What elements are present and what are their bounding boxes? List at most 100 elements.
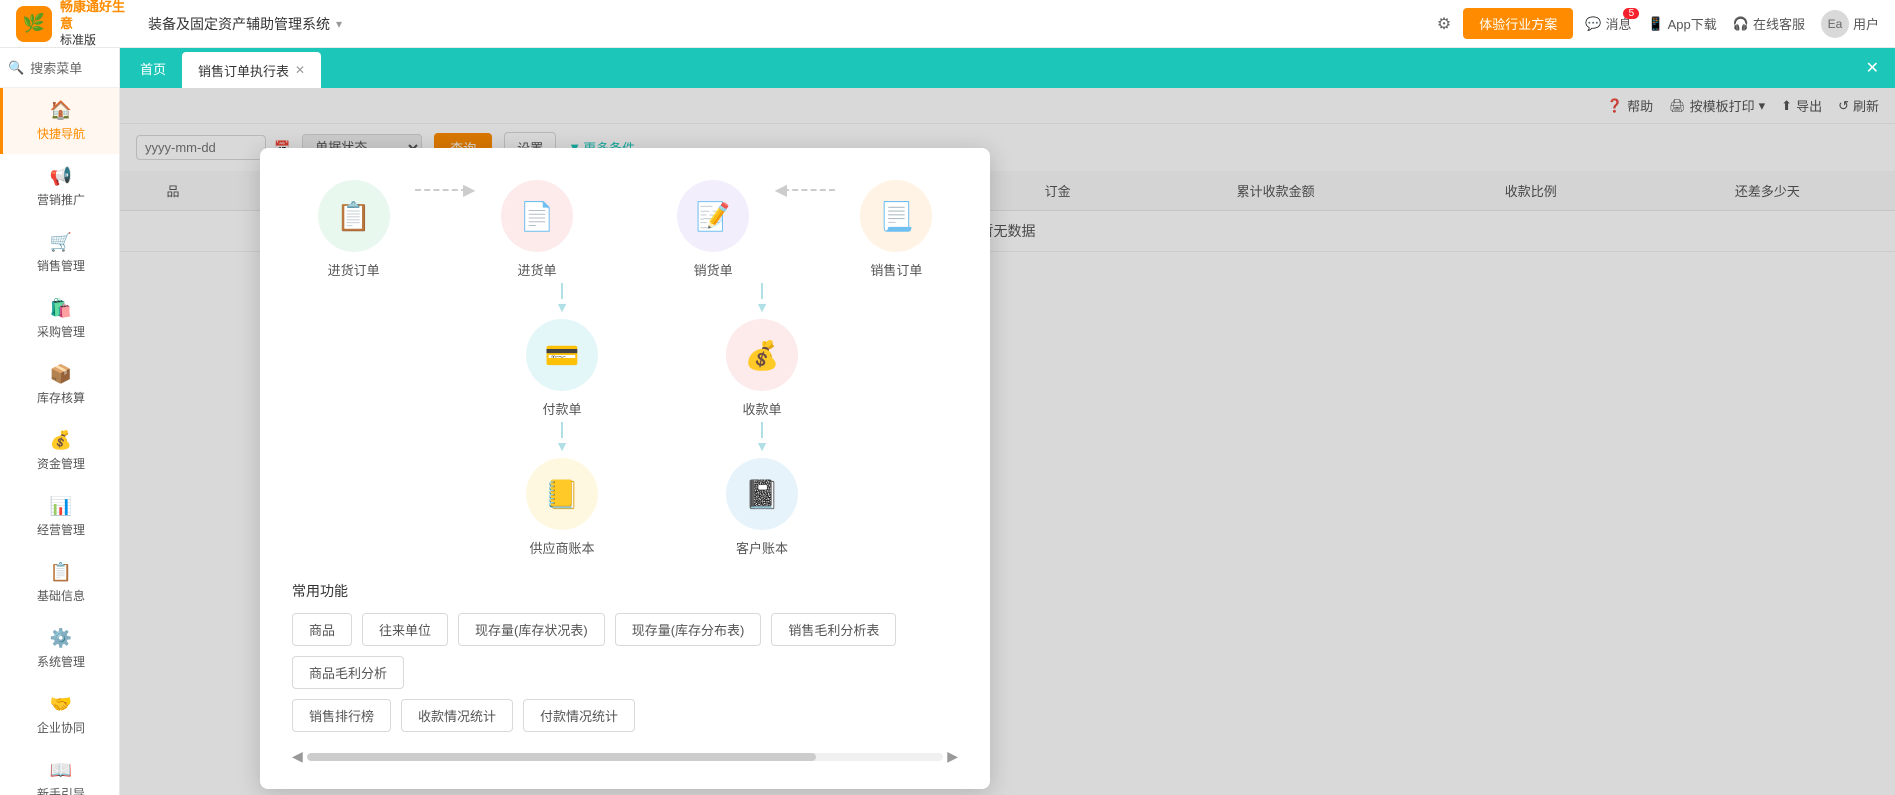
- v2-arrow-payment: ▼: [492, 422, 632, 454]
- func-btn-sales-gross[interactable]: 销售毛利分析表: [771, 613, 896, 646]
- app-download-button[interactable]: 📱 App下载: [1647, 14, 1716, 33]
- func-btn-payment-stats[interactable]: 付款情况统计: [523, 699, 635, 732]
- system-icon: ⚙️: [50, 628, 72, 649]
- flow-node-sales-order[interactable]: 📃 销售订单: [835, 180, 958, 279]
- sidebar-item-guide[interactable]: 📖 新手引导: [0, 748, 119, 795]
- func-btn-stock-status[interactable]: 现存量(库存状况表): [458, 613, 605, 646]
- v2-arrowhead-1: ▼: [555, 438, 569, 454]
- flow-node-payment[interactable]: 💳 付款单: [492, 319, 632, 418]
- scrollbar-track: [307, 753, 943, 761]
- common-functions-title: 常用功能: [292, 581, 958, 601]
- purchase-slip-label: 进货单: [517, 260, 556, 279]
- func-btn-stock-dist[interactable]: 现存量(库存分布表): [615, 613, 762, 646]
- system-dropdown-icon[interactable]: ▾: [336, 17, 342, 31]
- sidebar-label-marketing: 营销推广: [37, 191, 85, 208]
- sidebar-item-quick-nav[interactable]: 🏠 快捷导航: [0, 88, 119, 154]
- experience-button[interactable]: 体验行业方案: [1463, 8, 1573, 39]
- online-service-button[interactable]: 🎧 在线客服: [1733, 14, 1805, 33]
- marketing-icon: 📢: [50, 166, 72, 187]
- flow-node-supplier-ledger[interactable]: 📒 供应商账本: [492, 458, 632, 557]
- sidebar-item-sales[interactable]: 🛒 销售管理: [0, 220, 119, 286]
- sales-slip-icon: 📝: [677, 180, 749, 252]
- v2-line-1: [561, 422, 563, 438]
- sales-slip-label: 销货单: [694, 260, 733, 279]
- search-icon: 🔍: [8, 60, 24, 76]
- flow-node-sales-slip[interactable]: 📝 销货单: [651, 180, 774, 279]
- sidebar-label-system: 系统管理: [37, 653, 85, 670]
- v-spacer-1: [292, 283, 432, 315]
- sidebar-item-marketing[interactable]: 📢 营销推广: [0, 154, 119, 220]
- gear-button[interactable]: ⚙: [1437, 14, 1451, 34]
- supplier-ledger-label: 供应商账本: [529, 538, 594, 557]
- sidebar-label-business: 经营管理: [37, 521, 85, 538]
- modal-scrollbar: ◀ ▶: [292, 748, 958, 765]
- scroll-right-icon[interactable]: ▶: [947, 748, 958, 765]
- customer-ledger-label: 客户账本: [736, 538, 788, 557]
- sidebar-item-business[interactable]: 📊 经营管理: [0, 484, 119, 550]
- sidebar-label-basic-info: 基础信息: [37, 587, 85, 604]
- arrow-h-1: ▶: [415, 180, 475, 200]
- sidebar-label-inventory: 库存核算: [37, 389, 85, 406]
- basic-info-icon: 📋: [50, 562, 72, 583]
- tab-close-icon[interactable]: ✕: [295, 63, 305, 77]
- arrow-h-2: ◀: [775, 180, 835, 200]
- flow-node-purchase-order[interactable]: 📋 进货订单: [292, 180, 415, 279]
- flow-node-customer-ledger[interactable]: 📓 客户账本: [692, 458, 832, 557]
- sidebar-label-quick-nav: 快捷导航: [37, 125, 85, 142]
- sidebar-search[interactable]: 🔍 搜索菜单: [0, 48, 119, 88]
- v2-arrowhead-2: ▼: [755, 438, 769, 454]
- purchase-order-icon: 📋: [318, 180, 390, 252]
- func-btn-contacts[interactable]: 往来单位: [362, 613, 448, 646]
- func-btn-goods-gross[interactable]: 商品毛利分析: [292, 656, 404, 689]
- enterprise-icon: 🤝: [50, 694, 72, 715]
- v-arrow-sales: ▼: [692, 283, 832, 315]
- sidebar-item-basic-info[interactable]: 📋 基础信息: [0, 550, 119, 616]
- v2-spacer-2: [432, 422, 492, 454]
- sidebar-label-sales: 销售管理: [37, 257, 85, 274]
- scrollbar-thumb: [307, 753, 816, 761]
- func-btn-goods[interactable]: 商品: [292, 613, 352, 646]
- user-button[interactable]: Ea 用户: [1821, 10, 1879, 38]
- flow-node-purchase-slip[interactable]: 📄 进货单: [475, 180, 598, 279]
- sidebar-item-inventory[interactable]: 📦 库存核算: [0, 352, 119, 418]
- supplier-ledger-icon: 📒: [526, 458, 598, 530]
- logo-icon: 🌿: [16, 6, 52, 42]
- payment-label: 付款单: [542, 399, 581, 418]
- sidebar: 🔍 搜索菜单 🏠 快捷导航 📢 营销推广 🛒 销售管理 🛍️ 采购管理 📦: [0, 48, 120, 795]
- func-btn-sales-rank[interactable]: 销售排行榜: [292, 699, 391, 732]
- common-functions: 常用功能 商品 往来单位 现存量(库存状况表) 现存量(库存分布表) 销售毛利分…: [292, 581, 958, 732]
- sidebar-item-finance[interactable]: 💰 资金管理: [0, 418, 119, 484]
- sidebar-item-enterprise[interactable]: 🤝 企业协同: [0, 682, 119, 748]
- message-button[interactable]: 💬 消息 5: [1585, 14, 1631, 33]
- tab-sales-order[interactable]: 销售订单执行表 ✕: [182, 52, 321, 88]
- avatar: Ea: [1821, 10, 1849, 38]
- purchase-order-label: 进货订单: [328, 260, 380, 279]
- tab-bar-close-icon[interactable]: ✕: [1854, 58, 1891, 78]
- service-icon: 🎧: [1733, 16, 1749, 32]
- purchase-slip-icon: 📄: [501, 180, 573, 252]
- page-body: ❓ 帮助 🖨 按模板打印 ▾ ⬆ 导出 ↺ 刷新: [120, 88, 1895, 795]
- v-line-2: [761, 283, 763, 299]
- flow-node-receipt[interactable]: 💰 收款单: [692, 319, 832, 418]
- sidebar-label-guide: 新手引导: [37, 785, 85, 795]
- func-btn-receipt-stats[interactable]: 收款情况统计: [401, 699, 513, 732]
- system-title: 装备及固定资产辅助管理系统 ▾: [148, 14, 1425, 34]
- home-icon: 🏠: [50, 100, 72, 121]
- finance-icon: 💰: [50, 430, 72, 451]
- v-spacer-2: [432, 283, 492, 315]
- phone-icon: 📱: [1647, 16, 1663, 32]
- content-area: 首页 销售订单执行表 ✕ ✕ ❓ 帮助 🖨 按: [120, 48, 1895, 795]
- v-spacer-3: [632, 283, 692, 315]
- scroll-left-icon[interactable]: ◀: [292, 748, 303, 765]
- v2-spacer-3: [632, 422, 692, 454]
- receipt-icon: 💰: [726, 319, 798, 391]
- message-icon: 💬: [1585, 16, 1601, 32]
- tab-home[interactable]: 首页: [124, 52, 182, 84]
- v-arrowhead-1: ▼: [555, 299, 569, 315]
- modal-box: 📋 进货订单 ▶ 📄 进货单: [260, 148, 990, 789]
- sidebar-item-system[interactable]: ⚙️ 系统管理: [0, 616, 119, 682]
- modal-overlay: 📋 进货订单 ▶ 📄 进货单: [120, 88, 1895, 795]
- sidebar-item-purchase[interactable]: 🛍️ 采购管理: [0, 286, 119, 352]
- payment-icon: 💳: [526, 319, 598, 391]
- sidebar-label-enterprise: 企业协同: [37, 719, 85, 736]
